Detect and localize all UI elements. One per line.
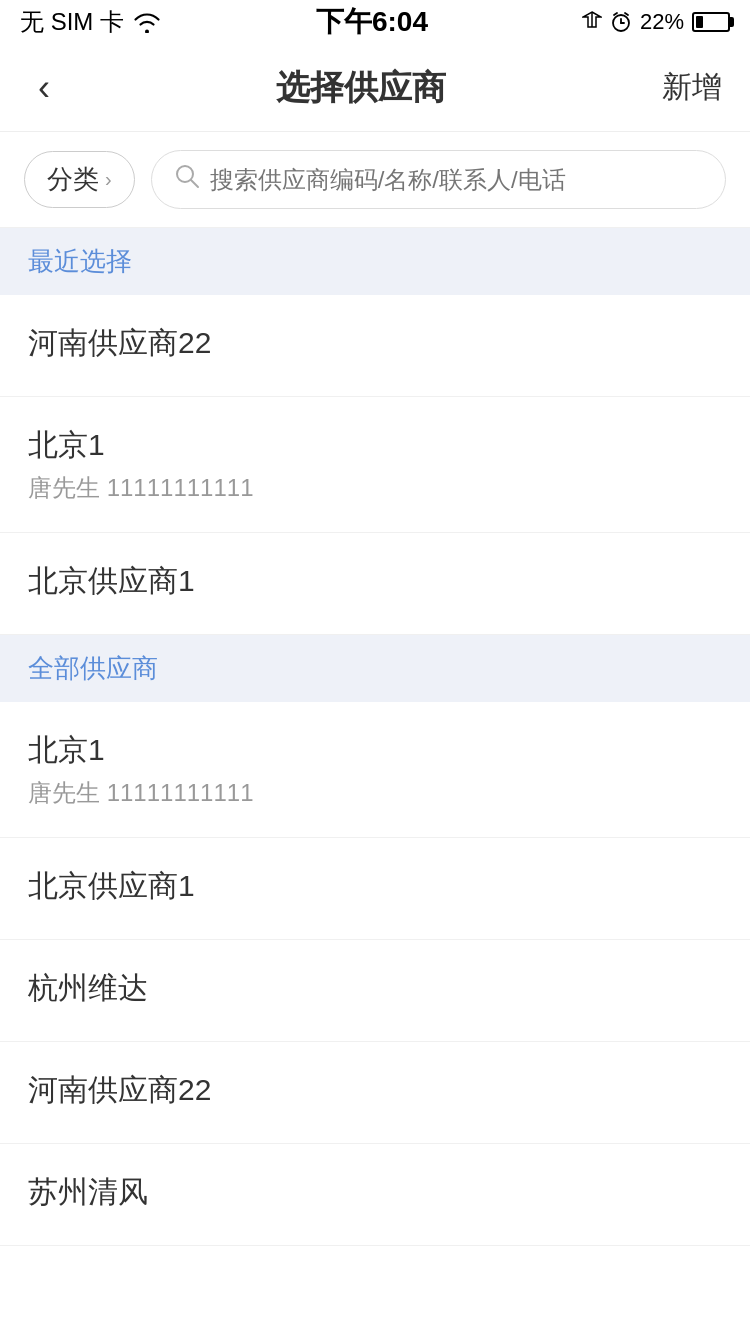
battery-percent: 22% bbox=[640, 9, 684, 35]
list-item[interactable]: 河南供应商22 bbox=[0, 295, 750, 397]
list-item[interactable]: 杭州维达 bbox=[0, 940, 750, 1042]
item-name: 北京1 bbox=[28, 425, 722, 466]
item-name: 杭州维达 bbox=[28, 968, 722, 1009]
svg-line-3 bbox=[614, 13, 617, 15]
battery-icon bbox=[692, 12, 730, 32]
item-name: 北京供应商1 bbox=[28, 866, 722, 907]
list-container: 最近选择河南供应商22 北京1 唐先生 11111111111 北京供应商1 全部供应商… bbox=[0, 228, 750, 1246]
nav-bar: ‹ 选择供应商 新增 bbox=[0, 44, 750, 132]
back-button[interactable]: ‹ bbox=[28, 57, 60, 119]
category-button[interactable]: 分类 › bbox=[24, 151, 135, 208]
search-input[interactable] bbox=[210, 166, 703, 194]
item-name: 河南供应商22 bbox=[28, 323, 722, 364]
chevron-right-icon: › bbox=[105, 168, 112, 191]
list-item[interactable]: 河南供应商22 bbox=[0, 1042, 750, 1144]
no-sim-label: 无 SIM 卡 bbox=[20, 6, 124, 38]
search-icon bbox=[174, 163, 200, 196]
item-name: 河南供应商22 bbox=[28, 1070, 722, 1111]
list-item[interactable]: 北京1 唐先生 11111111111 bbox=[0, 702, 750, 838]
category-label: 分类 bbox=[47, 162, 99, 197]
list-item[interactable]: 北京供应商1 bbox=[0, 533, 750, 635]
status-bar: 无 SIM 卡 下午6:04 22% bbox=[0, 0, 750, 44]
svg-line-6 bbox=[191, 180, 198, 187]
item-name: 北京供应商1 bbox=[28, 561, 722, 602]
location-icon bbox=[582, 11, 602, 33]
filter-row: 分类 › bbox=[0, 132, 750, 228]
list-item[interactable]: 苏州清风 bbox=[0, 1144, 750, 1246]
section-header-recent: 最近选择 bbox=[0, 228, 750, 295]
section-header-all: 全部供应商 bbox=[0, 635, 750, 702]
page-title: 选择供应商 bbox=[276, 65, 446, 111]
status-right: 22% bbox=[582, 9, 730, 35]
svg-line-4 bbox=[625, 13, 628, 15]
list-item[interactable]: 北京供应商1 bbox=[0, 838, 750, 940]
item-sub: 唐先生 11111111111 bbox=[28, 777, 722, 809]
status-time: 下午6:04 bbox=[316, 3, 428, 41]
item-name: 苏州清风 bbox=[28, 1172, 722, 1213]
item-name: 北京1 bbox=[28, 730, 722, 771]
status-left: 无 SIM 卡 bbox=[20, 6, 162, 38]
list-item[interactable]: 北京1 唐先生 11111111111 bbox=[0, 397, 750, 533]
alarm-icon bbox=[610, 11, 632, 33]
search-box[interactable] bbox=[151, 150, 726, 209]
add-button[interactable]: 新增 bbox=[662, 67, 722, 108]
wifi-icon bbox=[132, 11, 162, 33]
item-sub: 唐先生 11111111111 bbox=[28, 472, 722, 504]
